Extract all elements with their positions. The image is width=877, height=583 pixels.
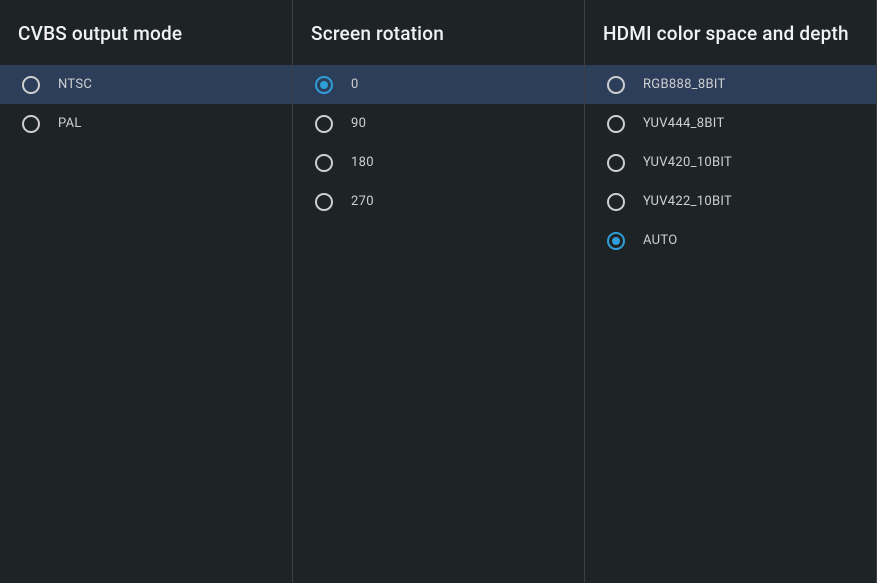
option-rotation-0[interactable]: 0	[293, 65, 584, 104]
option-label: 180	[351, 155, 374, 170]
radio-icon	[315, 193, 333, 211]
option-label: YUV444_8BIT	[643, 116, 725, 131]
radio-icon	[22, 76, 40, 94]
radio-icon	[607, 193, 625, 211]
column-title-rotation: Screen rotation	[293, 0, 584, 65]
option-label: 270	[351, 194, 374, 209]
radio-icon	[607, 115, 625, 133]
radio-icon	[607, 76, 625, 94]
option-rotation-90[interactable]: 90	[293, 104, 584, 143]
column-rotation: Screen rotation 0 90 180 270	[293, 0, 585, 583]
option-label: PAL	[58, 116, 82, 131]
option-label: AUTO	[643, 233, 678, 248]
options-rotation: 0 90 180 270	[293, 65, 584, 221]
radio-icon	[315, 76, 333, 94]
radio-icon	[315, 115, 333, 133]
option-label: 90	[351, 116, 366, 131]
option-hdmi-yuv420_10bit[interactable]: YUV420_10BIT	[585, 143, 876, 182]
column-title-hdmi: HDMI color space and depth	[585, 0, 876, 65]
option-hdmi-auto[interactable]: AUTO	[585, 221, 876, 260]
option-rotation-180[interactable]: 180	[293, 143, 584, 182]
radio-icon	[22, 115, 40, 133]
radio-icon	[315, 154, 333, 172]
option-hdmi-yuv422_10bit[interactable]: YUV422_10BIT	[585, 182, 876, 221]
column-hdmi: HDMI color space and depth RGB888_8BIT Y…	[585, 0, 877, 583]
option-cvbs-ntsc[interactable]: NTSC	[0, 65, 292, 104]
column-cvbs: CVBS output mode NTSC PAL	[0, 0, 293, 583]
option-hdmi-yuv444_8bit[interactable]: YUV444_8BIT	[585, 104, 876, 143]
option-label: 0	[351, 77, 359, 92]
option-cvbs-pal[interactable]: PAL	[0, 104, 292, 143]
option-label: YUV420_10BIT	[643, 155, 732, 170]
option-rotation-270[interactable]: 270	[293, 182, 584, 221]
option-hdmi-rgb888_8bit[interactable]: RGB888_8BIT	[585, 65, 876, 104]
radio-icon	[607, 232, 625, 250]
option-label: YUV422_10BIT	[643, 194, 732, 209]
option-label: NTSC	[58, 77, 92, 92]
column-title-cvbs: CVBS output mode	[0, 0, 292, 65]
option-label: RGB888_8BIT	[643, 77, 726, 92]
options-cvbs: NTSC PAL	[0, 65, 292, 143]
radio-icon	[607, 154, 625, 172]
options-hdmi: RGB888_8BIT YUV444_8BIT YUV420_10BIT YUV…	[585, 65, 876, 260]
